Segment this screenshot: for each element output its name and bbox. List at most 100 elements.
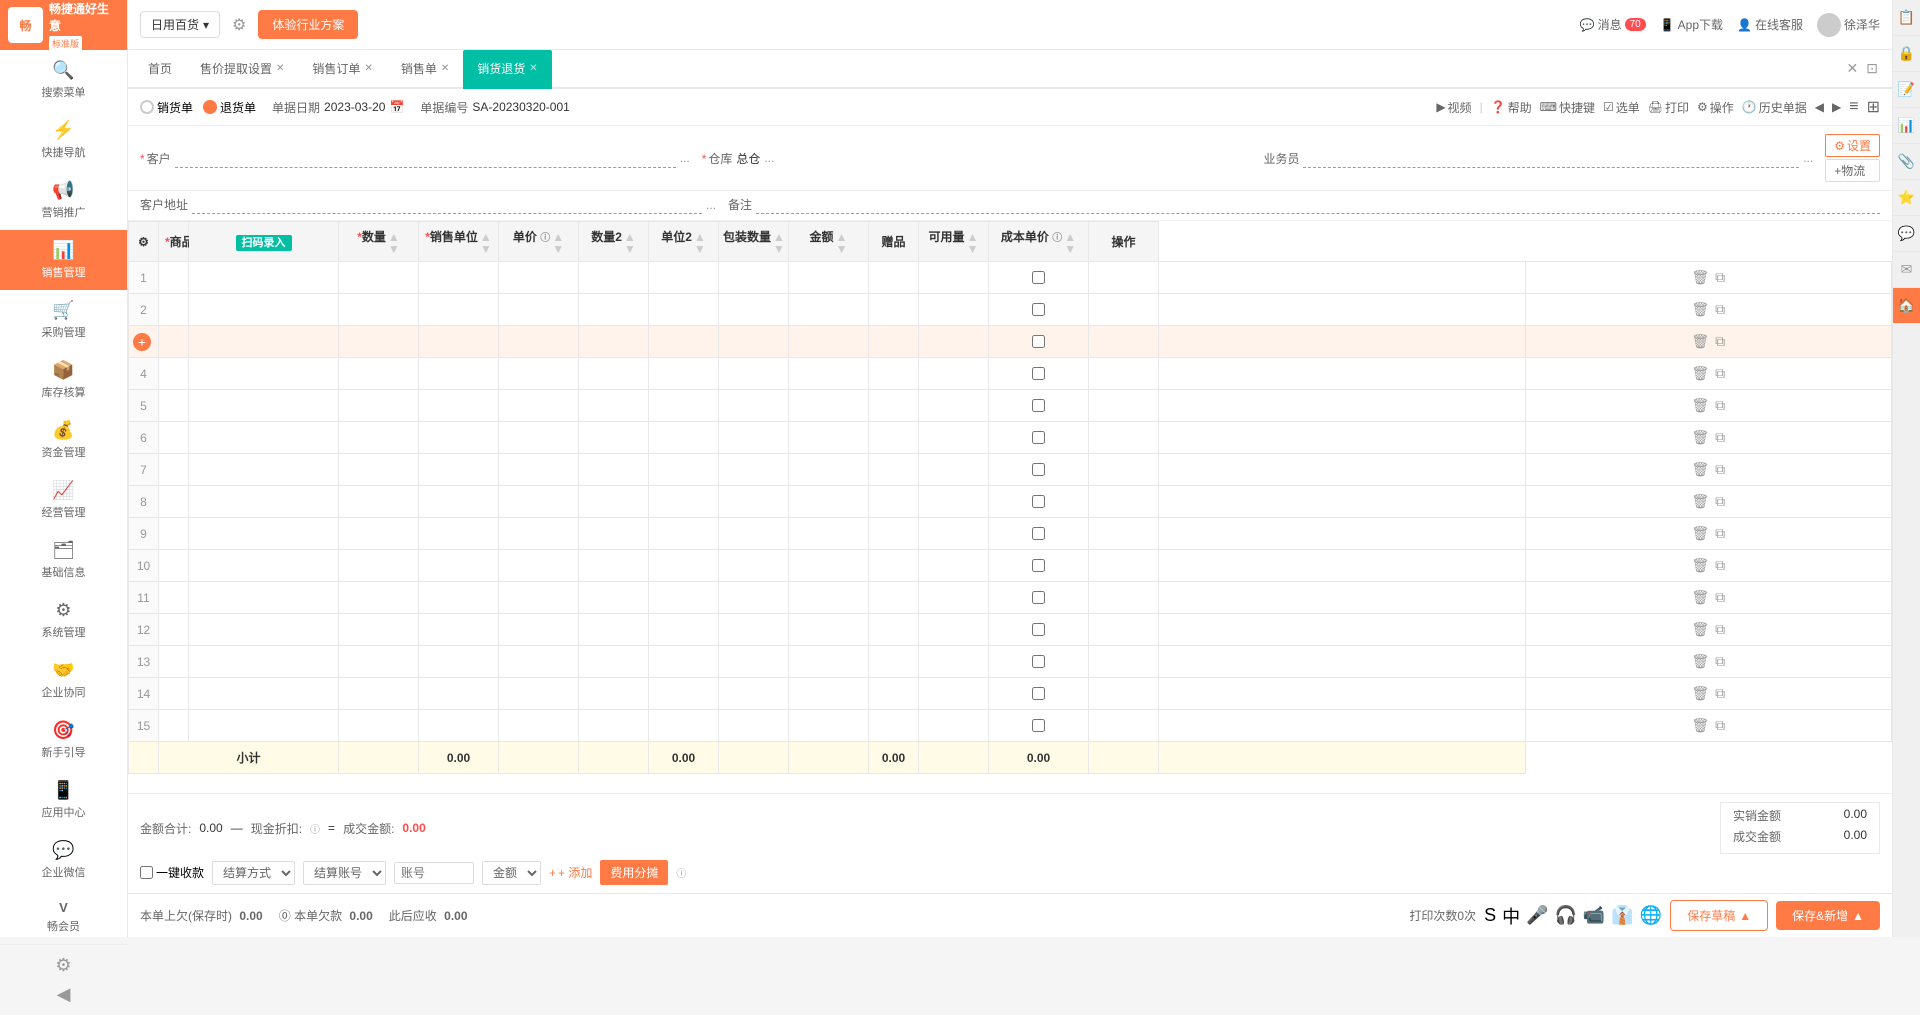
copy-row-icon[interactable]: ⧉ [1715,301,1725,318]
copy-row-icon[interactable]: ⧉ [1715,461,1725,478]
gift-checkbox[interactable] [1032,463,1045,476]
select-btn[interactable]: ☑ 选单 [1603,99,1640,116]
message-item[interactable]: 💬 消息 70 [1580,16,1646,33]
gift-checkbox[interactable] [1032,399,1045,412]
gift-checkbox[interactable] [1032,719,1045,732]
copy-row-icon[interactable]: ⧉ [1715,397,1725,414]
address-input[interactable] [192,195,702,214]
sidebar-item-search[interactable]: 🔍 搜索菜单 [0,50,127,110]
sidebar-item-finance[interactable]: 💰 资金管理 [0,410,127,470]
sidebar-item-member[interactable]: V 畅会员 [0,890,127,944]
delete-row-icon[interactable]: 🗑 [1691,301,1709,318]
delete-row-icon[interactable]: 🗑 [1691,685,1709,702]
nav-next-icon[interactable]: ▶ [1832,100,1841,114]
right-tool-8[interactable]: ✉ [1893,252,1920,288]
gift-checkbox[interactable] [1032,623,1045,636]
copy-row-icon[interactable]: ⧉ [1715,429,1725,446]
delete-row-icon[interactable]: 🗑 [1691,493,1709,510]
sidebar-item-system[interactable]: ⚙ 系统管理 [0,590,127,650]
account-number-input[interactable] [394,862,474,884]
right-tool-5[interactable]: 📎 [1893,144,1920,180]
view-grid-icon[interactable]: ⊞ [1867,97,1880,117]
gift-checkbox[interactable] [1032,271,1045,284]
th-scan[interactable]: 扫码录入 [189,222,339,262]
tab-sale-out[interactable]: 销售单 ✕ [387,50,463,89]
remark-input[interactable] [756,195,1880,214]
gift-checkbox[interactable] [1032,367,1045,380]
copy-row-icon[interactable]: ⧉ [1715,333,1725,350]
gift-checkbox[interactable] [1032,335,1045,348]
operate-btn[interactable]: ⚙ 操作 [1697,99,1734,116]
gift-checkbox[interactable] [1032,431,1045,444]
sidebar-item-appstore[interactable]: 📱 应用中心 [0,770,127,830]
delete-row-icon[interactable]: 🗑 [1691,525,1709,542]
save-new-button[interactable]: 保存&新增 ▲ [1776,901,1880,930]
industry-dropdown[interactable]: 日用百货 ▾ [140,11,220,38]
th-settings[interactable]: ⚙ [129,222,159,262]
tab-close-icon[interactable]: ✕ [364,63,372,74]
tab-sale-return[interactable]: 销货退货 ✕ [463,50,551,89]
account-select[interactable]: 结算账号 [303,861,386,885]
copy-row-icon[interactable]: ⧉ [1715,269,1725,286]
delete-row-icon[interactable]: 🗑 [1691,621,1709,638]
delete-row-icon[interactable]: 🗑 [1691,365,1709,382]
radio-return[interactable]: 退货单 [203,99,256,116]
tab-close-icon[interactable]: ✕ [441,63,449,74]
delete-row-icon[interactable]: 🗑 [1691,557,1709,574]
delete-row-icon[interactable]: 🗑 [1691,269,1709,286]
gift-checkbox[interactable] [1032,495,1045,508]
delete-row-icon[interactable]: 🗑 [1691,333,1709,350]
help-btn[interactable]: ❓ 帮助 [1491,99,1532,116]
tool-icon-4[interactable]: 🎧 [1555,905,1577,926]
copy-row-icon[interactable]: ⧉ [1715,621,1725,638]
tool-icon-2[interactable]: 中 [1502,903,1520,929]
scan-btn[interactable]: 扫码录入 [236,235,292,251]
tool-icon-1[interactable]: S [1484,905,1496,926]
customer-dots[interactable]: ... [680,151,690,165]
add-fee-button[interactable]: + + 添加 [549,864,592,881]
calendar-icon[interactable]: 📅 [389,100,404,114]
tab-sale-order[interactable]: 销售订单 ✕ [298,50,386,89]
gift-checkbox[interactable] [1032,527,1045,540]
gift-checkbox[interactable] [1032,559,1045,572]
tool-icon-5[interactable]: 📹 [1583,905,1605,926]
salesperson-dots[interactable]: ... [1803,151,1813,165]
collapse-icon[interactable]: ◀ [57,984,71,1005]
copy-row-icon[interactable]: ⧉ [1715,589,1725,606]
settings-button[interactable]: ⚙ 设置 [1825,134,1880,157]
right-tool-3[interactable]: 📝 [1893,72,1920,108]
gift-checkbox[interactable] [1032,303,1045,316]
sidebar-item-basic[interactable]: 🗂 基础信息 [0,530,127,590]
right-tool-9[interactable]: 🏠 [1893,288,1920,324]
right-tool-6[interactable]: ⭐ [1893,180,1920,216]
tool-icon-3[interactable]: 🎤 [1526,905,1548,926]
topbar-gear-icon[interactable]: ⚙ [228,11,250,39]
copy-row-icon[interactable]: ⧉ [1715,557,1725,574]
radio-sale-out[interactable]: 销货单 [140,99,193,116]
sidebar-item-inventory[interactable]: 📦 库存核算 [0,350,127,410]
delete-row-icon[interactable]: 🗑 [1691,461,1709,478]
right-tool-7[interactable]: 💬 [1893,216,1920,252]
split-fee-button[interactable]: 费用分摊 [600,860,668,885]
product-input-row3[interactable] [193,333,334,351]
delete-row-icon[interactable]: 🗑 [1691,717,1709,734]
close-all-icon[interactable]: ✕ [1847,60,1859,77]
sidebar-item-marketing[interactable]: 📢 营销推广 [0,170,127,230]
gift-checkbox[interactable] [1032,687,1045,700]
print-btn[interactable]: 🖨 打印 [1648,99,1689,116]
tab-close-icon[interactable]: ✕ [276,63,284,74]
maximize-icon[interactable]: ⊡ [1866,60,1878,77]
video-btn[interactable]: ▶ 视频 [1436,99,1471,116]
salesperson-input[interactable] [1303,149,1799,168]
tool-icon-7[interactable]: 🌐 [1640,905,1662,926]
tab-home[interactable]: 首页 [134,50,186,89]
sidebar-item-newbie[interactable]: 🎯 新手引导 [0,710,127,770]
right-tool-4[interactable]: 📊 [1893,108,1920,144]
copy-row-icon[interactable]: ⧉ [1715,493,1725,510]
copy-row-icon[interactable]: ⧉ [1715,653,1725,670]
tab-sale-settings[interactable]: 售价提取设置 ✕ [186,50,298,89]
right-tool-2[interactable]: 🔒 [1893,36,1920,72]
delete-row-icon[interactable]: 🗑 [1691,653,1709,670]
copy-row-icon[interactable]: ⧉ [1715,685,1725,702]
right-tool-1[interactable]: 📋 [1893,0,1920,36]
